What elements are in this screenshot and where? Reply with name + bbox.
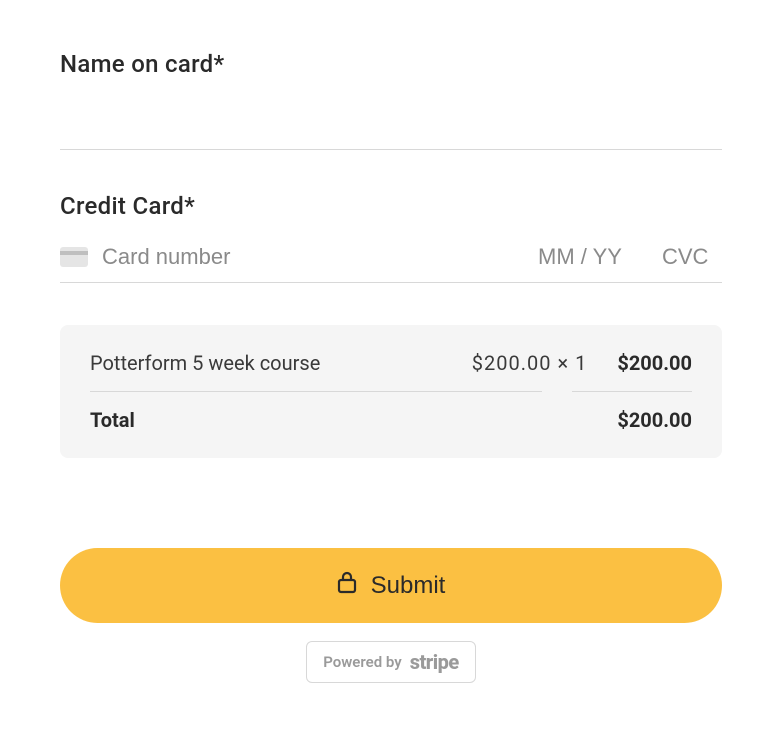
summary-divider	[90, 391, 692, 392]
card-expiry-input[interactable]	[538, 244, 648, 270]
order-summary: Potterform 5 week course $200.00 × 1 $20…	[60, 325, 722, 458]
credit-card-row	[60, 228, 722, 283]
lock-icon	[337, 570, 357, 601]
powered-by-text: Powered by	[323, 653, 401, 671]
line-item-name: Potterform 5 week course	[90, 351, 472, 375]
name-on-card-field: Name on card*	[60, 50, 722, 150]
line-item-amount: $200.00	[617, 351, 692, 375]
line-item-row: Potterform 5 week course $200.00 × 1 $20…	[90, 351, 692, 391]
name-on-card-label: Name on card*	[60, 50, 722, 78]
credit-card-label: Credit Card*	[60, 192, 722, 220]
total-label: Total	[90, 408, 617, 432]
submit-button-label: Submit	[371, 572, 446, 600]
powered-by-container: Powered by stripe	[60, 641, 722, 683]
stripe-logo: stripe	[410, 650, 459, 674]
card-icon	[60, 247, 88, 267]
powered-by-stripe-badge[interactable]: Powered by stripe	[306, 641, 476, 683]
submit-button[interactable]: Submit	[60, 548, 722, 623]
card-cvc-input[interactable]	[662, 244, 722, 270]
card-number-input[interactable]	[102, 244, 524, 270]
line-item-qty: $200.00 × 1	[472, 351, 588, 375]
name-on-card-input[interactable]	[60, 86, 722, 150]
total-row: Total $200.00	[90, 408, 692, 432]
credit-card-field: Credit Card*	[60, 192, 722, 283]
total-amount: $200.00	[617, 408, 692, 432]
